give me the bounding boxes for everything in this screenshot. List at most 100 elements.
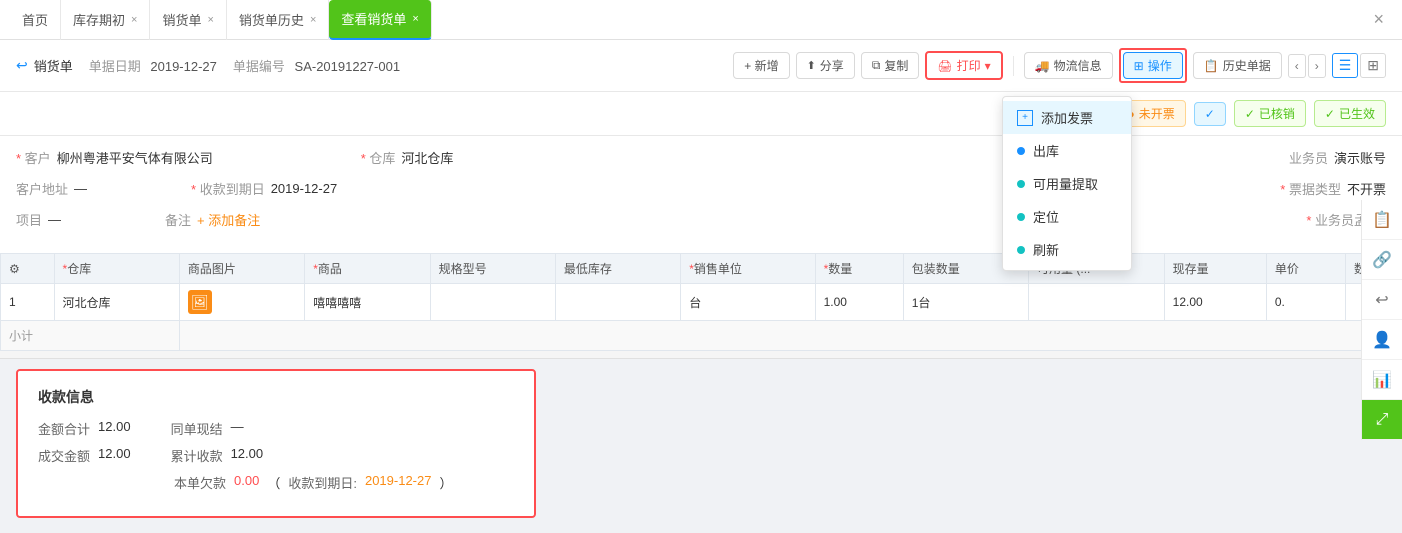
tab-view-sales[interactable]: 查看销货单 ×	[329, 0, 431, 40]
same-settlement: 同单现结 —	[171, 419, 244, 438]
print-button[interactable]: 🖨 打印 ▾	[925, 51, 1002, 80]
form-row-1: 客户 柳州粤港平安气体有限公司 仓库 河北仓库 业务员 演示账号	[16, 148, 1386, 167]
ticket-type-value: 不开票	[1347, 179, 1386, 198]
outbound-label: 出库	[1033, 141, 1059, 160]
effective-btn[interactable]: ✓ 已生效	[1314, 100, 1386, 127]
close-tab-history[interactable]: ×	[310, 14, 316, 26]
tab-inventory-init[interactable]: 库存期初 ×	[61, 0, 150, 40]
menu-refresh[interactable]: 刷新	[1003, 233, 1131, 266]
payment-date-value[interactable]: 2019-12-27	[271, 181, 338, 196]
row-warehouse: 河北仓库	[54, 284, 179, 321]
close-window-icon[interactable]: ×	[1365, 9, 1392, 29]
document-title-area: ↩ 销货单	[16, 56, 73, 75]
settings-icon[interactable]: ⚙	[9, 262, 20, 276]
subtotal-label: 小计	[1, 321, 180, 351]
sidebar-icon-2-glyph: 🔗	[1372, 250, 1392, 270]
table-area: ⚙ *仓库 商品图片 *商品 规格型号 最低库存 *销售单位 *数量 包装数量 …	[0, 253, 1402, 351]
add-note-button[interactable]: 添加备注	[197, 210, 260, 229]
subtotal-values	[179, 321, 1401, 351]
add-invoice-label: 添加发票	[1041, 108, 1093, 127]
transaction-label: 成交金额	[38, 446, 90, 465]
copy-button[interactable]: ⧉ 复制	[861, 52, 920, 79]
sold-btn[interactable]: ✓ 已核销	[1234, 100, 1306, 127]
total-value: 12.00	[98, 419, 131, 438]
row-stock: 12.00	[1164, 284, 1266, 321]
same-settlement-label: 同单现结	[171, 419, 223, 438]
close-tab-inventory[interactable]: ×	[131, 14, 137, 26]
sidebar-icon-5[interactable]: 📊	[1362, 360, 1402, 400]
sidebar-icon-1-glyph: 📋	[1372, 210, 1392, 230]
list-view-btn[interactable]: ☰	[1332, 53, 1359, 78]
prev-arrow[interactable]: ‹	[1288, 54, 1306, 78]
logistics-icon: 🚚	[1035, 59, 1050, 73]
close-tab-sales[interactable]: ×	[207, 14, 213, 26]
due-date-value: 2019-12-27	[365, 473, 432, 492]
sidebar-icon-3-glyph: ↩	[1375, 290, 1388, 310]
th-quantity: *数量	[815, 254, 903, 284]
cumulative-label: 累计收款	[171, 446, 223, 465]
document-header: ↩ 销货单 单据日期 2019-12-27 单据编号 SA-20191227-0…	[0, 40, 1402, 92]
history-icon: 📋	[1204, 59, 1219, 73]
th-settings[interactable]: ⚙	[1, 254, 55, 284]
address-value: —	[74, 181, 87, 196]
payment-title: 收款信息	[38, 387, 514, 407]
subtotal-row: 小计	[1, 321, 1402, 351]
sidebar-icon-1[interactable]: 📋	[1362, 200, 1402, 240]
th-stock: 现存量	[1164, 254, 1266, 284]
copy-icon: ⧉	[872, 58, 881, 73]
menu-locate[interactable]: 定位	[1003, 200, 1131, 233]
menu-available-qty[interactable]: 可用量提取	[1003, 167, 1131, 200]
logistics-button[interactable]: 🚚 物流信息	[1024, 52, 1113, 79]
check-btn[interactable]: ✓	[1194, 102, 1226, 126]
salesperson2-label: 业务员孟	[1306, 210, 1367, 229]
row-available	[1029, 284, 1165, 321]
new-button[interactable]: + 新增	[733, 52, 789, 79]
scrollbar-area[interactable]	[0, 351, 1402, 359]
tab-home[interactable]: 首页	[10, 0, 61, 40]
sidebar-icon-2[interactable]: 🔗	[1362, 240, 1402, 280]
th-image: 商品图片	[179, 254, 304, 284]
sidebar-icon-4[interactable]: 👤	[1362, 320, 1402, 360]
grid-view-btn[interactable]: ⊞	[1360, 53, 1386, 78]
th-warehouse: *仓库	[54, 254, 179, 284]
table-row: 1 河北仓库 🖼 嘻嘻嘻嘻 台 1.00 1台	[1, 284, 1402, 321]
menu-outbound[interactable]: 出库	[1003, 134, 1131, 167]
date-label: 单据日期 2019-12-27	[89, 56, 217, 75]
refresh-dot	[1017, 246, 1025, 254]
balance-note: （	[267, 473, 280, 492]
doc-meta: 单据日期 2019-12-27 单据编号 SA-20191227-001	[89, 56, 400, 75]
warehouse-value[interactable]: 河北仓库	[401, 148, 453, 167]
due-date-label: 收款到期日:	[288, 473, 357, 492]
payment-date-field: 收款到期日 2019-12-27	[191, 179, 337, 198]
cumulative-value: 12.00	[231, 446, 264, 465]
tab-sales-order[interactable]: 销货单 ×	[150, 0, 226, 40]
share-button[interactable]: ⬆ 分享	[796, 52, 855, 79]
divider	[1013, 56, 1014, 76]
balance-value: 0.00	[234, 473, 259, 492]
customer-value[interactable]: 柳州粤港平安气体有限公司	[57, 148, 257, 167]
note-field: 备注 添加备注	[165, 210, 260, 229]
print-dropdown-icon: ▾	[985, 59, 991, 73]
th-unit-price: 单价	[1266, 254, 1345, 284]
sidebar-icon-4-glyph: 👤	[1372, 330, 1392, 350]
tab-sales-history[interactable]: 销货单历史 ×	[227, 0, 329, 40]
menu-add-invoice[interactable]: + 添加发票	[1003, 101, 1131, 134]
row-unit: 台	[681, 284, 815, 321]
address-label: 客户地址	[16, 179, 68, 198]
row-package-qty: 1台	[903, 284, 1028, 321]
total-label: 金额合计	[38, 419, 90, 438]
next-arrow[interactable]: ›	[1308, 54, 1326, 78]
check-icon: ✓	[1205, 107, 1215, 121]
row-product: 嘻嘻嘻嘻	[305, 284, 430, 321]
sidebar-expand-icon[interactable]: ⤢	[1362, 400, 1402, 440]
doc-type-icon: ↩	[16, 57, 28, 74]
operation-button[interactable]: ⊞ 操作	[1123, 52, 1183, 79]
close-tab-view[interactable]: ×	[412, 13, 418, 25]
project-field: 项目 —	[16, 210, 61, 229]
product-table: ⚙ *仓库 商品图片 *商品 规格型号 最低库存 *销售单位 *数量 包装数量 …	[0, 253, 1402, 351]
history-button[interactable]: 📋 历史单据	[1193, 52, 1282, 79]
dropdown-menu: + 添加发票 出库 可用量提取 定位 刷新	[1002, 96, 1132, 271]
sidebar-icon-3[interactable]: ↩	[1362, 280, 1402, 320]
available-qty-label: 可用量提取	[1033, 174, 1098, 193]
payment-row-1: 金额合计 12.00 同单现结 —	[38, 419, 514, 438]
